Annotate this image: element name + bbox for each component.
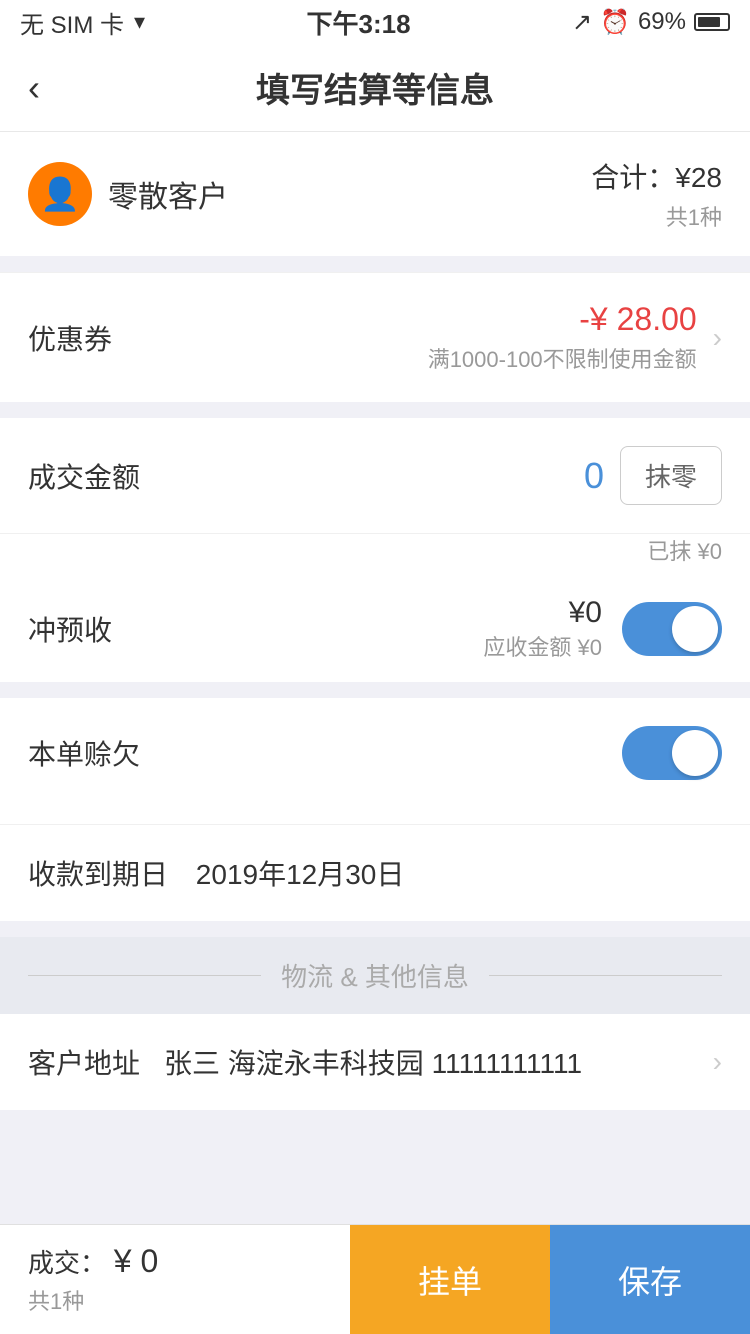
prepayment-label: 冲预收 <box>28 609 112 649</box>
prepayment-right: ¥0 应收金额 ¥0 <box>483 596 722 662</box>
bottom-summary: 成交： ¥ 0 共1种 <box>0 1243 350 1316</box>
amount-right: 0 抹零 <box>584 446 722 505</box>
avatar-icon: 👤 <box>40 175 80 213</box>
toggle-knob <box>672 606 718 652</box>
customer-right: 合计：¥28 共1种 <box>591 156 722 232</box>
wifi-icon: ▾ <box>134 9 145 35</box>
coupon-row[interactable]: 优惠券 -¥ 28.00 满1000-100不限制使用金额 › <box>0 272 750 402</box>
coupon-section[interactable]: 优惠券 -¥ 28.00 满1000-100不限制使用金额 › <box>0 272 750 402</box>
prepayment-main: ¥0 <box>483 596 602 630</box>
due-date-row: 收款到期日 2019年12月30日 <box>0 824 750 921</box>
avatar: 👤 <box>28 162 92 226</box>
customer-total: 合计：¥28 <box>591 156 722 196</box>
alarm-icon: ⏰ <box>600 8 630 37</box>
coupon-desc: 满1000-100不限制使用金额 <box>428 342 697 374</box>
customer-name: 零散客户 <box>108 172 228 216</box>
coupon-right: -¥ 28.00 满1000-100不限制使用金额 › <box>428 301 722 374</box>
debt-row: 本单赊欠 <box>0 698 750 808</box>
status-right: ↗ ⏰ 69% <box>572 8 730 37</box>
debt-toggle[interactable] <box>622 726 722 780</box>
coupon-value-right: -¥ 28.00 满1000-100不限制使用金额 <box>428 301 697 374</box>
location-icon: ↗ <box>572 8 592 37</box>
status-left: 无 SIM 卡 ▾ <box>20 5 145 40</box>
status-bar: 无 SIM 卡 ▾ 下午3:18 ↗ ⏰ 69% <box>0 0 750 44</box>
amount-label: 成交金额 <box>28 456 140 496</box>
round-button[interactable]: 抹零 <box>620 446 722 505</box>
debt-label: 本单赊欠 <box>28 733 140 773</box>
debt-section: 本单赊欠 收款到期日 2019年12月30日 <box>0 698 750 921</box>
bottom-buttons: 挂单 保存 <box>350 1225 750 1334</box>
bottom-count: 共1种 <box>28 1284 322 1316</box>
pending-button-label: 挂单 <box>418 1257 482 1303</box>
due-date-value: 2019年12月30日 <box>196 859 405 890</box>
save-button-label: 保存 <box>618 1257 682 1303</box>
carrier-label: 无 SIM 卡 <box>20 5 124 40</box>
amount-sub: 已抹 ¥0 <box>0 534 750 576</box>
amount-row: 成交金额 0 抹零 <box>0 418 750 534</box>
bottom-total-value: ¥ 0 <box>114 1243 158 1279</box>
save-button[interactable]: 保存 <box>550 1225 750 1334</box>
amount-value: 0 <box>584 455 604 497</box>
prepayment-toggle[interactable] <box>622 602 722 656</box>
address-chevron: › <box>713 1046 722 1078</box>
nav-bar: ‹ 填写结算等信息 <box>0 44 750 132</box>
divider-line-left <box>28 975 261 976</box>
coupon-chevron: › <box>713 322 722 354</box>
content: 👤 零散客户 合计：¥28 共1种 优惠券 -¥ 28.00 满1000-100… <box>0 132 750 1246</box>
bottom-bar: 成交： ¥ 0 共1种 挂单 保存 <box>0 1224 750 1334</box>
address-label: 客户地址 <box>28 1042 140 1082</box>
back-button[interactable]: ‹ <box>28 67 40 109</box>
status-time: 下午3:18 <box>306 4 410 41</box>
logistics-label: 物流 & 其他信息 <box>281 957 469 994</box>
coupon-discount: -¥ 28.00 <box>428 301 697 338</box>
pending-button[interactable]: 挂单 <box>350 1225 550 1334</box>
bottom-total-label: 成交： <box>28 1248 106 1278</box>
customer-section: 👤 零散客户 合计：¥28 共1种 <box>0 132 750 256</box>
debt-toggle-knob <box>672 730 718 776</box>
page-title: 填写结算等信息 <box>256 63 494 112</box>
address-section[interactable]: 客户地址 张三 海淀永丰科技园 11111111111 › <box>0 1014 750 1110</box>
address-value: 张三 海淀永丰科技园 11111111111 <box>164 1042 713 1082</box>
bottom-total-line: 成交： ¥ 0 <box>28 1243 322 1280</box>
customer-left: 👤 零散客户 <box>28 162 228 226</box>
battery-label: 69% <box>638 8 686 36</box>
logistics-divider: 物流 & 其他信息 <box>0 937 750 1014</box>
prepayment-sub: 应收金额 ¥0 <box>483 630 602 662</box>
divider-line-right <box>489 975 722 976</box>
customer-count: 共1种 <box>591 200 722 232</box>
due-date-label: 收款到期日 <box>28 859 168 890</box>
customer-row: 👤 零散客户 合计：¥28 共1种 <box>0 132 750 256</box>
coupon-label: 优惠券 <box>28 318 112 358</box>
address-row[interactable]: 客户地址 张三 海淀永丰科技园 11111111111 › <box>0 1014 750 1110</box>
amount-section: 成交金额 0 抹零 已抹 ¥0 冲预收 ¥0 应收金额 ¥0 <box>0 418 750 682</box>
prepayment-value: ¥0 应收金额 ¥0 <box>483 596 602 662</box>
prepayment-row: 冲预收 ¥0 应收金额 ¥0 <box>0 576 750 682</box>
